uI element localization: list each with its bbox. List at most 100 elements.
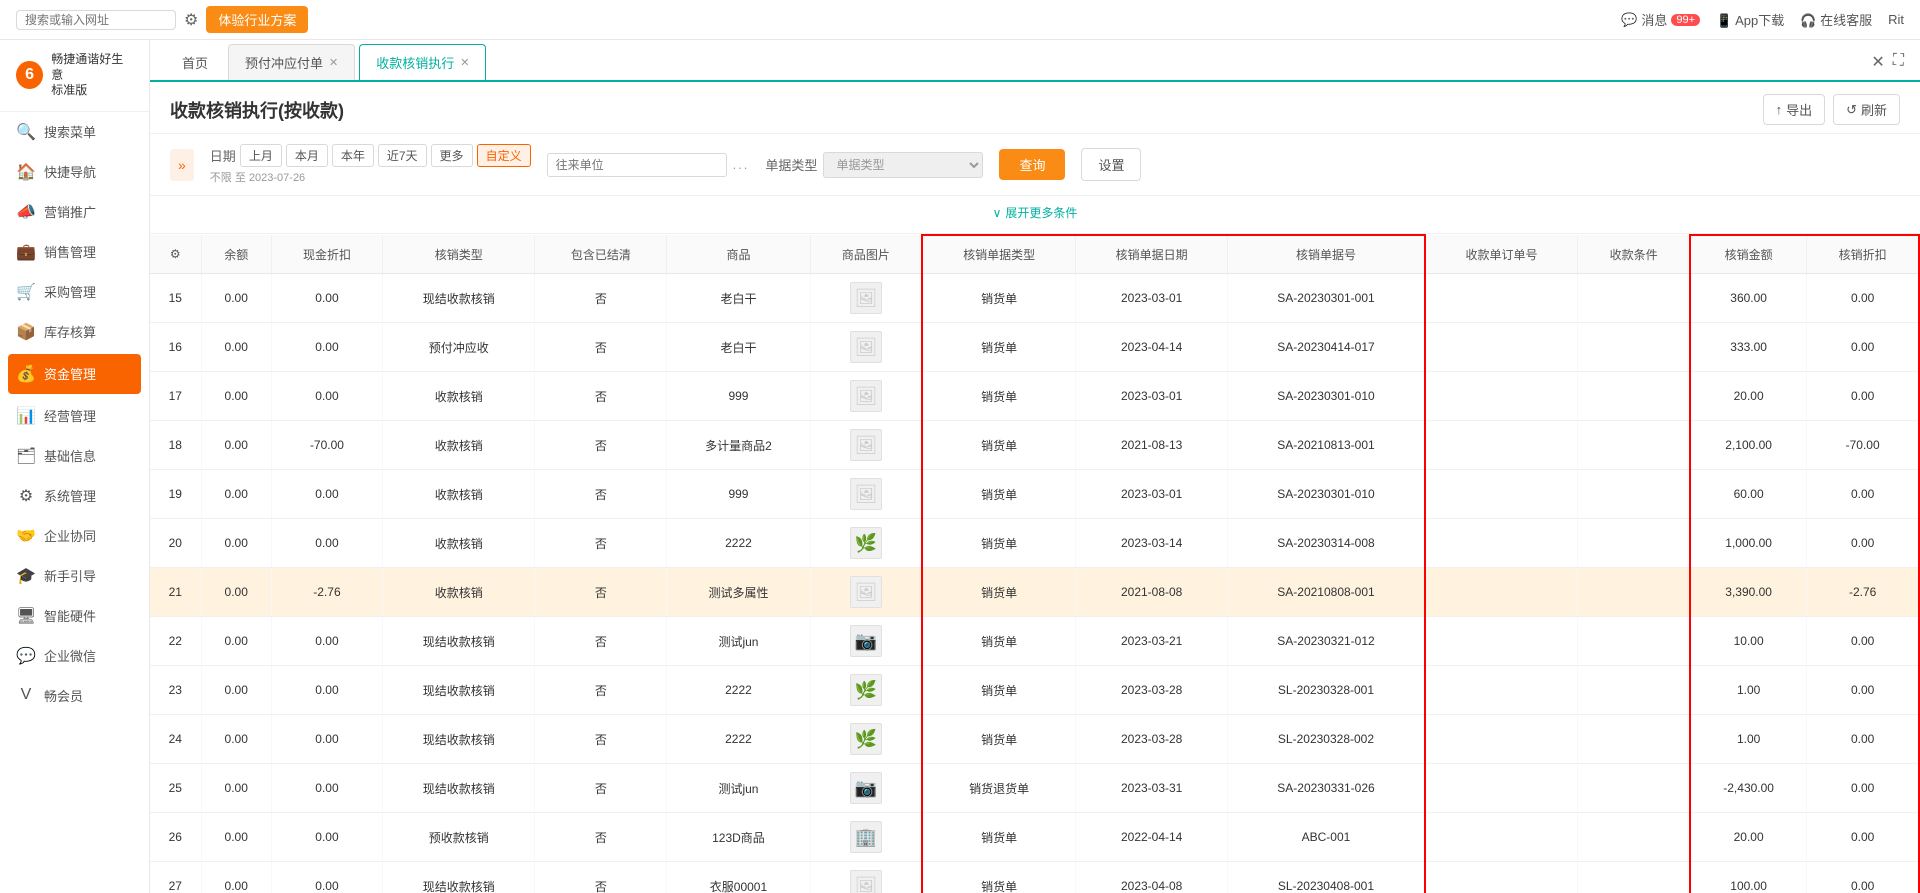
cell-num: 23: [150, 666, 201, 715]
sidebar-item-operations[interactable]: 📊 经营管理: [0, 396, 149, 436]
cell-include-settled: 否: [535, 323, 667, 372]
sidebar-item-finance[interactable]: 💰 资金管理: [8, 354, 141, 394]
from-unit-input[interactable]: [547, 153, 727, 177]
sidebar-item-system[interactable]: ⚙ 系统管理: [0, 476, 149, 516]
cell-verify-no[interactable]: ABC-001: [1228, 813, 1425, 862]
sidebar-item-smart-hw[interactable]: 🖥 智能硬件: [0, 596, 149, 636]
cell-verify-discount: 0.00: [1807, 617, 1919, 666]
tab-home[interactable]: 首页: [166, 45, 224, 80]
sales-icon: 💼: [16, 242, 36, 262]
expand-row: ∨ 展开更多条件: [150, 196, 1920, 234]
col-cash-discount: 现金折扣: [271, 235, 382, 274]
cell-verify-date: 2023-03-01: [1075, 274, 1227, 323]
sidebar-item-purchase[interactable]: 🛒 采购管理: [0, 272, 149, 312]
cell-verify-no[interactable]: SA-20210808-001: [1228, 568, 1425, 617]
sidebar-item-marketing[interactable]: 📣 营销推广: [0, 192, 149, 232]
cell-goods: 测试多属性: [667, 568, 810, 617]
setting-btn[interactable]: 设置: [1081, 148, 1141, 181]
voucher-type-label: 单据类型: [765, 155, 817, 174]
sidebar-item-label-inventory: 库存核算: [44, 322, 96, 341]
cell-num: 19: [150, 470, 201, 519]
refresh-btn[interactable]: ↺ 刷新: [1833, 94, 1900, 125]
voucher-type-select[interactable]: 单据类型: [823, 152, 983, 178]
cell-goods: 老白干: [667, 274, 810, 323]
cell-num: 27: [150, 862, 201, 893]
cell-verify-amount: 1.00: [1690, 666, 1807, 715]
last7d-btn[interactable]: 近7天: [378, 144, 427, 167]
cell-verify-no[interactable]: SA-20230314-008: [1228, 519, 1425, 568]
custom-btn[interactable]: 自定义: [477, 144, 531, 167]
app-download[interactable]: 📱 App下载: [1716, 10, 1784, 29]
cell-balance: 0.00: [201, 372, 271, 421]
cell-cash-discount: 0.00: [271, 470, 382, 519]
sidebar-item-quick-nav[interactable]: 🏠 快捷导航: [0, 152, 149, 192]
cell-verify-date: 2023-04-08: [1075, 862, 1227, 893]
cell-verify-no[interactable]: SA-20230301-010: [1228, 470, 1425, 519]
tab-receipt-exec[interactable]: 收款核销执行 ✕: [359, 44, 486, 80]
cell-num: 16: [150, 323, 201, 372]
from-unit-dots[interactable]: ...: [733, 157, 750, 172]
export-icon: ↑: [1776, 102, 1783, 117]
this-year-btn[interactable]: 本年: [332, 144, 374, 167]
cell-verify-no[interactable]: SL-20230328-002: [1228, 715, 1425, 764]
sidebar-item-label-purchase: 采购管理: [44, 282, 96, 301]
cell-goods: 老白干: [667, 323, 810, 372]
cell-verify-amount: 1.00: [1690, 715, 1807, 764]
cell-goods-image: 🏢: [810, 813, 922, 862]
cell-verify-date: 2023-03-28: [1075, 666, 1227, 715]
cell-receipt-order-no: [1425, 862, 1578, 893]
cell-verify-no[interactable]: SA-20230301-001: [1228, 274, 1425, 323]
cell-verify-amount: 10.00: [1690, 617, 1807, 666]
tab-receipt-exec-close[interactable]: ✕: [460, 56, 469, 69]
cell-verify-date: 2023-03-28: [1075, 715, 1227, 764]
cell-include-settled: 否: [535, 519, 667, 568]
goods-image-thumb: 🏢: [850, 821, 882, 853]
sidebar-item-search-menu[interactable]: 🔍 搜索菜单: [0, 112, 149, 152]
export-btn[interactable]: ↑ 导出: [1763, 94, 1826, 125]
cell-verify-no[interactable]: SA-20210813-001: [1228, 421, 1425, 470]
goods-image-thumb: 🌿: [850, 723, 882, 755]
cell-include-settled: 否: [535, 372, 667, 421]
url-input[interactable]: [16, 10, 176, 30]
sidebar-item-wechat[interactable]: 💬 企业微信: [0, 636, 149, 676]
expand-conditions-btn[interactable]: ∨ 展开更多条件: [981, 200, 1090, 225]
this-month-btn[interactable]: 本月: [286, 144, 328, 167]
tab-prepay[interactable]: 预付冲应付单 ✕: [228, 44, 355, 80]
operations-icon: 📊: [16, 406, 36, 426]
sidebar-item-sales[interactable]: 💼 销售管理: [0, 232, 149, 272]
last-month-btn[interactable]: 上月: [240, 144, 282, 167]
cell-verify-type: 现结收款核销: [383, 862, 535, 893]
sidebar-item-newbie[interactable]: 🎓 新手引导: [0, 556, 149, 596]
cell-receipt-condition: [1578, 617, 1690, 666]
cell-verify-no[interactable]: SA-20230331-026: [1228, 764, 1425, 813]
sidebar-item-basic-info[interactable]: 🗂 基础信息: [0, 436, 149, 476]
goods-image-thumb: 🖼: [850, 870, 882, 893]
cell-verify-no[interactable]: SA-20230301-010: [1228, 372, 1425, 421]
cell-verify-no[interactable]: SA-20230414-017: [1228, 323, 1425, 372]
query-btn[interactable]: 查询: [999, 149, 1065, 180]
tab-prepay-close[interactable]: ✕: [329, 56, 338, 69]
cell-include-settled: 否: [535, 617, 667, 666]
gear-icon[interactable]: ⚙: [184, 10, 198, 30]
cell-verify-no[interactable]: SA-20230321-012: [1228, 617, 1425, 666]
close-window-icon[interactable]: ✕: [1871, 52, 1884, 72]
cell-cash-discount: 0.00: [271, 813, 382, 862]
sidebar-item-enterprise[interactable]: 🤝 企业协同: [0, 516, 149, 556]
logo-icon: 6: [16, 61, 43, 89]
goods-image-thumb: 🖼: [850, 282, 882, 314]
data-table: ⚙ 余额 现金折扣 核销类型 包含已结清 商品 商品图片 核销单据类型 核销单据…: [150, 234, 1920, 893]
maximize-icon[interactable]: ⛶: [1893, 52, 1904, 72]
message-area[interactable]: 💬 消息 99+: [1621, 10, 1700, 29]
col-receipt-order-no: 收款单订单号: [1425, 235, 1578, 274]
more-btn[interactable]: 更多: [431, 144, 473, 167]
cell-verify-no[interactable]: SL-20230408-001: [1228, 862, 1425, 893]
goods-image-thumb: 🖼: [850, 429, 882, 461]
collapse-filter-btn[interactable]: »: [170, 149, 194, 181]
cell-include-settled: 否: [535, 715, 667, 764]
date-hint: 不限 至 2023-07-26: [210, 169, 531, 185]
online-service[interactable]: 🎧 在线客服: [1800, 10, 1872, 29]
trial-btn[interactable]: 体验行业方案: [206, 6, 308, 33]
sidebar-item-vip[interactable]: V 畅会员: [0, 676, 149, 715]
sidebar-item-inventory[interactable]: 📦 库存核算: [0, 312, 149, 352]
cell-verify-no[interactable]: SL-20230328-001: [1228, 666, 1425, 715]
